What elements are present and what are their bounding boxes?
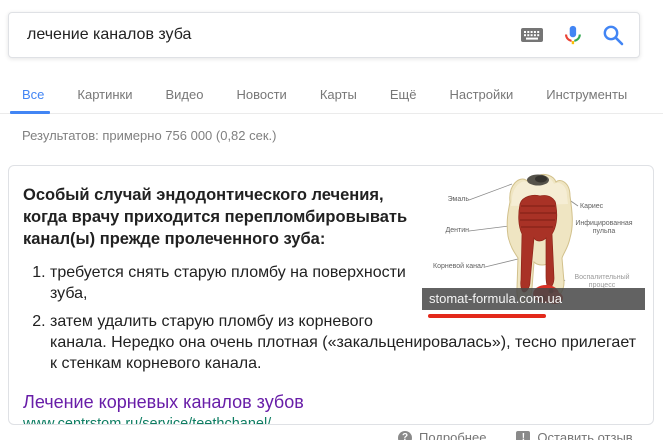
label-dentin: Дентин bbox=[445, 227, 469, 234]
result-stats: Результатов: примерно 756 000 (0,82 сек.… bbox=[22, 128, 277, 143]
search-bar-icons bbox=[521, 23, 625, 47]
tab-news[interactable]: Новости bbox=[236, 87, 286, 102]
question-icon: ? bbox=[398, 430, 412, 440]
label-infected-pulp: Инфицированная пульпа bbox=[575, 220, 633, 235]
tab-tools[interactable]: Инструменты bbox=[546, 87, 627, 102]
keyboard-icon[interactable] bbox=[521, 27, 543, 43]
leave-feedback-label: Оставить отзыв bbox=[537, 430, 633, 440]
tab-images[interactable]: Картинки bbox=[77, 87, 132, 102]
label-root-canal: Корневой канал bbox=[433, 263, 485, 270]
image-watermark: stomat-formula.com.ua bbox=[422, 288, 645, 310]
search-icon[interactable] bbox=[601, 23, 625, 47]
list-item-2: затем удалить старую пломбу из корневого… bbox=[50, 311, 637, 374]
result-url[interactable]: www.centrstom.ru/service/teethchanel/ bbox=[23, 416, 637, 424]
tab-videos[interactable]: Видео bbox=[166, 87, 204, 102]
tabs-bar: Все Картинки Видео Новости Карты Ещё Нас… bbox=[0, 76, 663, 114]
search-input[interactable]: лечение каналов зуба bbox=[27, 26, 521, 44]
annotation-underline-watermark bbox=[428, 314, 546, 318]
search-results-page: лечение каналов зуба Все Картинки Видео … bbox=[0, 0, 663, 440]
tab-maps[interactable]: Карты bbox=[320, 87, 357, 102]
search-bar[interactable]: лечение каналов зуба bbox=[8, 12, 640, 58]
tooth-figure: Эмаль Дентин Корневой канал Кариес Инфиц… bbox=[422, 170, 647, 318]
details-button[interactable]: ? Подробнее bbox=[398, 430, 486, 440]
label-enamel: Эмаль bbox=[447, 196, 469, 203]
details-label: Подробнее bbox=[419, 430, 487, 440]
result-link[interactable]: Лечение корневых каналов зубов bbox=[23, 392, 304, 413]
exclamation-icon: ! bbox=[516, 430, 531, 440]
microphone-icon[interactable] bbox=[561, 23, 583, 47]
active-tab-indicator bbox=[10, 111, 50, 114]
label-caries: Кариес bbox=[580, 203, 604, 210]
tab-all[interactable]: Все bbox=[22, 87, 44, 102]
feedback-row: ? Подробнее ! Оставить отзыв bbox=[398, 430, 633, 440]
tab-settings[interactable]: Настройки bbox=[449, 87, 513, 102]
leave-feedback-button[interactable]: ! Оставить отзыв bbox=[516, 430, 633, 440]
featured-snippet-card: Эмаль Дентин Корневой канал Кариес Инфиц… bbox=[8, 165, 654, 425]
tooth-diagram-image[interactable]: Эмаль Дентин Корневой канал Кариес Инфиц… bbox=[422, 170, 645, 310]
tab-more[interactable]: Ещё bbox=[390, 87, 417, 102]
